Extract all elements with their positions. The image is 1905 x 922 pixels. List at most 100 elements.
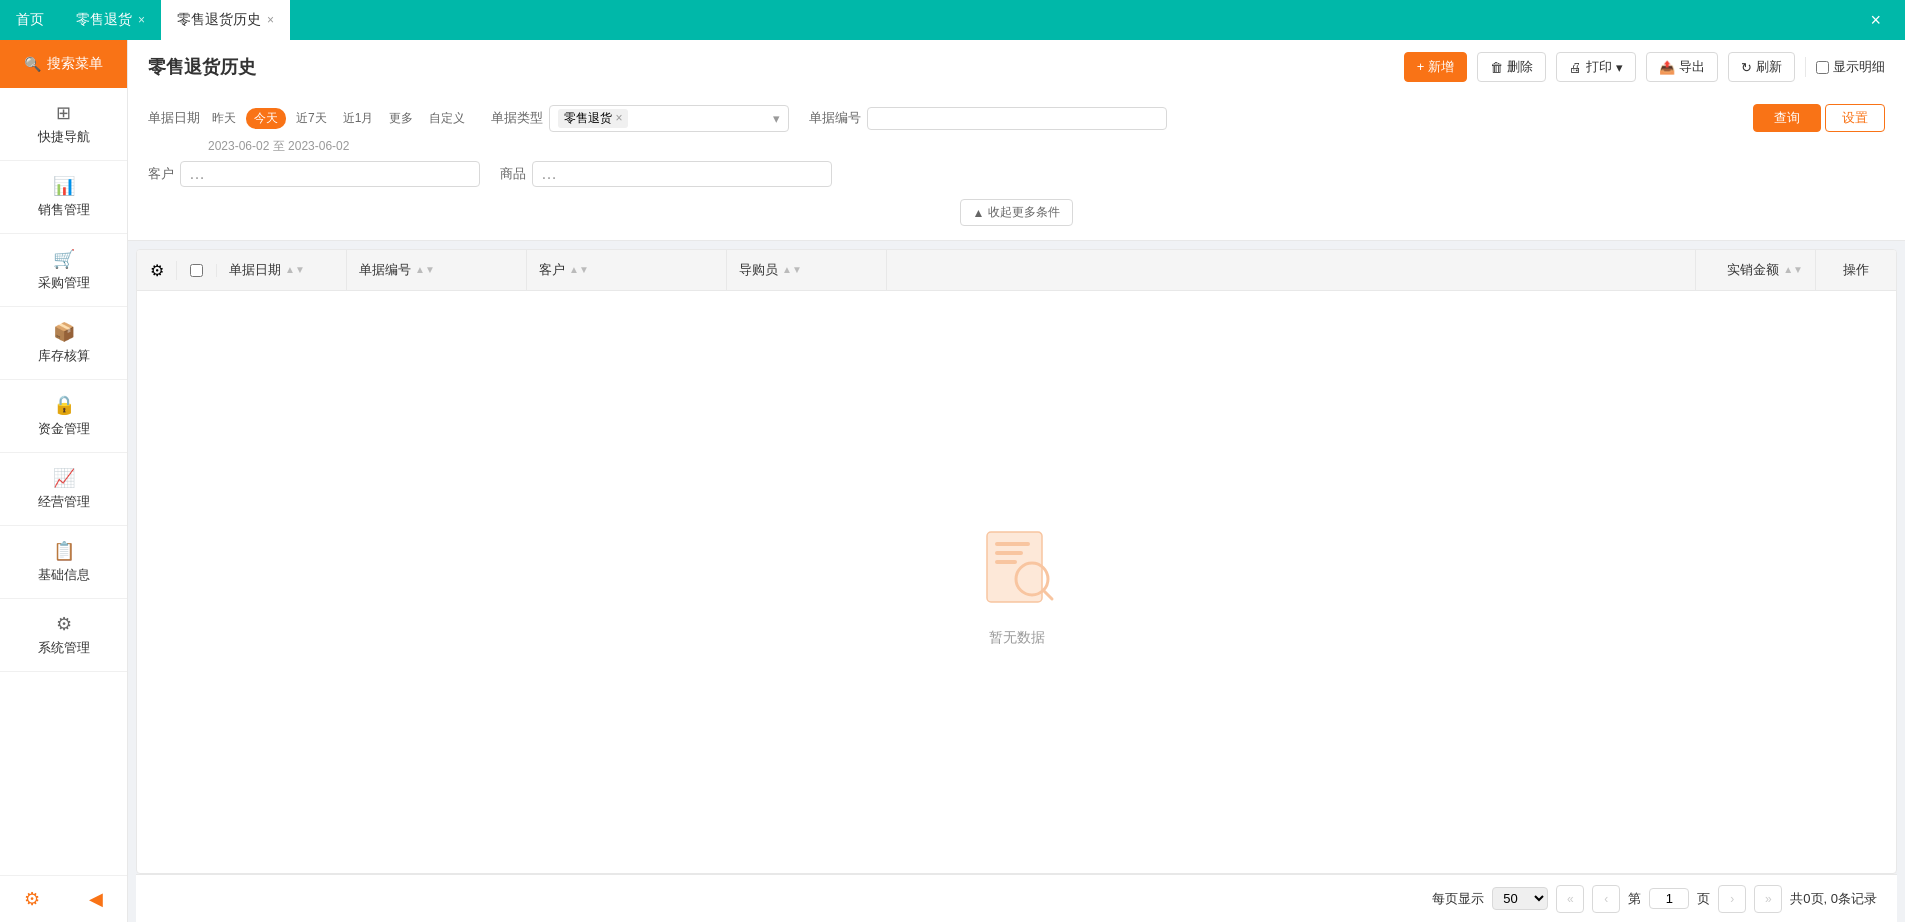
quick-nav-icon: ⊞ [56, 102, 71, 124]
sidebar-item-sales-mgmt[interactable]: 📊 销售管理 [0, 161, 127, 234]
refresh-icon: ↻ [1741, 60, 1752, 75]
per-page-select[interactable]: 50 20 100 [1492, 887, 1548, 910]
th-customer-sort-icon: ▲▼ [569, 265, 589, 275]
filter-area: 单据日期 昨天 今天 近7天 近1月 更多 自定义 单据类型 [148, 94, 1885, 240]
date-opt-1month[interactable]: 近1月 [337, 108, 380, 129]
page-number-input[interactable] [1649, 888, 1689, 909]
print-button[interactable]: 🖨 打印 ▾ [1556, 52, 1636, 82]
last-page-button[interactable]: » [1754, 885, 1782, 913]
system-icon: ⚙ [56, 613, 72, 635]
sidebar-item-system[interactable]: ⚙ 系统管理 [0, 599, 127, 672]
date-opt-7days[interactable]: 近7天 [290, 108, 333, 129]
first-page-button[interactable]: « [1556, 885, 1584, 913]
table-area: ⚙ 单据日期 ▲▼ 单据编号 ▲▼ 客户 ▲▼ 导购员 [136, 249, 1897, 874]
th-num-sort-icon: ▲▼ [415, 265, 435, 275]
doc-type-tag-text: 零售退货 [564, 110, 612, 127]
customer-label: 客户 [148, 165, 174, 183]
table-select-all-checkbox[interactable] [190, 264, 203, 277]
top-bar: 首页 零售退货 × 零售退货历史 × × [0, 0, 1905, 40]
doc-type-select[interactable]: 零售退货 × ▾ [549, 105, 789, 132]
doc-type-tag-close[interactable]: × [615, 111, 622, 125]
svg-line-5 [1043, 590, 1052, 599]
th-amount[interactable]: 实销金额 ▲▼ [1696, 250, 1816, 290]
table-checkbox-col [177, 264, 217, 277]
show-detail-checkbox[interactable] [1816, 61, 1829, 74]
th-customer[interactable]: 客户 ▲▼ [527, 250, 727, 290]
date-opt-more[interactable]: 更多 [383, 108, 419, 129]
sidebar-item-purchase-mgmt-label: 采购管理 [38, 274, 90, 292]
svg-rect-1 [995, 542, 1030, 546]
sidebar-item-system-label: 系统管理 [38, 639, 90, 657]
doc-num-input[interactable] [867, 107, 1167, 130]
date-opt-yesterday[interactable]: 昨天 [206, 108, 242, 129]
th-date-label: 单据日期 [229, 261, 281, 279]
add-button[interactable]: + 新增 [1404, 52, 1467, 82]
th-action: 操作 [1816, 250, 1896, 290]
empty-state-icon [967, 517, 1067, 617]
th-amount-label: 实销金额 [1727, 261, 1779, 279]
svg-rect-2 [995, 551, 1023, 555]
sidebar-search[interactable]: 🔍 搜索菜单 [0, 40, 127, 88]
sidebar: 🔍 搜索菜单 ⊞ 快捷导航 📊 销售管理 🛒 采购管理 📦 库存核算 🔒 资金管… [0, 40, 128, 922]
table-settings-col[interactable]: ⚙ [137, 261, 177, 280]
collapse-label: 收起更多条件 [988, 204, 1060, 221]
settings-gear-icon[interactable]: ⚙ [24, 888, 40, 910]
customer-select[interactable]: … [180, 161, 480, 187]
tab-retail-return[interactable]: 零售退货 × [60, 0, 161, 40]
sidebar-item-finance[interactable]: 🔒 资金管理 [0, 380, 127, 453]
table-header: ⚙ 单据日期 ▲▼ 单据编号 ▲▼ 客户 ▲▼ 导购员 [137, 250, 1896, 291]
show-detail-checkbox-label[interactable]: 显示明细 [1816, 58, 1885, 76]
sidebar-item-sales-mgmt-label: 销售管理 [38, 201, 90, 219]
action-buttons: 查询 设置 [1753, 104, 1885, 132]
tab-home[interactable]: 首页 [0, 0, 60, 40]
next-page-button[interactable]: › [1718, 885, 1746, 913]
sidebar-item-inventory[interactable]: 📦 库存核算 [0, 307, 127, 380]
th-amount-sort-icon: ▲▼ [1783, 265, 1803, 275]
date-opt-custom[interactable]: 自定义 [423, 108, 471, 129]
tab-retail-return-history[interactable]: 零售退货历史 × [161, 0, 290, 40]
export-icon: 📤 [1659, 60, 1675, 75]
th-date-sort-icon: ▲▼ [285, 265, 305, 275]
doc-type-tag: 零售退货 × [558, 109, 628, 128]
toolbar: + 新增 🗑 删除 🖨 打印 ▾ 📤 导出 ↻ [1404, 52, 1885, 82]
window-close-button[interactable]: × [1862, 6, 1889, 35]
th-date[interactable]: 单据日期 ▲▼ [217, 250, 347, 290]
collapse-button[interactable]: ▲ 收起更多条件 [960, 199, 1074, 226]
per-page-label: 每页显示 [1432, 890, 1484, 908]
doc-type-dropdown-icon: ▾ [773, 111, 780, 126]
tab-retail-return-label: 零售退货 [76, 11, 132, 29]
date-range-text: 2023-06-02 至 2023-06-02 [208, 139, 349, 153]
query-button[interactable]: 查询 [1753, 104, 1821, 132]
tab-retail-return-history-label: 零售退货历史 [177, 11, 261, 29]
refresh-button[interactable]: ↻ 刷新 [1728, 52, 1795, 82]
table-settings-icon[interactable]: ⚙ [150, 261, 164, 280]
prev-page-button[interactable]: ‹ [1592, 885, 1620, 913]
goods-dots: … [541, 165, 557, 183]
empty-state: 暂无数据 [137, 291, 1896, 873]
tab-retail-return-close[interactable]: × [138, 13, 145, 27]
th-guide[interactable]: 导购员 ▲▼ [727, 250, 887, 290]
sidebar-item-operations[interactable]: 📈 经营管理 [0, 453, 127, 526]
pagination: 每页显示 50 20 100 « ‹ 第 页 › » 共0页, 0条记录 [136, 874, 1897, 922]
date-opt-today[interactable]: 今天 [246, 108, 286, 129]
export-button[interactable]: 📤 导出 [1646, 52, 1718, 82]
date-options: 昨天 今天 近7天 近1月 更多 自定义 [206, 108, 471, 129]
sidebar-item-purchase-mgmt[interactable]: 🛒 采购管理 [0, 234, 127, 307]
search-icon: 🔍 [24, 56, 41, 72]
tab-bar: 首页 零售退货 × 零售退货历史 × [0, 0, 1862, 40]
sidebar-item-quick-nav[interactable]: ⊞ 快捷导航 [0, 88, 127, 161]
collapse-icon: ▲ [973, 206, 985, 220]
print-label: 打印 [1586, 58, 1612, 76]
goods-select[interactable]: … [532, 161, 832, 187]
delete-label: 删除 [1507, 58, 1533, 76]
tab-retail-return-history-close[interactable]: × [267, 13, 274, 27]
settings-button[interactable]: 设置 [1825, 104, 1885, 132]
delete-button[interactable]: 🗑 删除 [1477, 52, 1546, 82]
th-num-label: 单据编号 [359, 261, 411, 279]
th-num[interactable]: 单据编号 ▲▼ [347, 250, 527, 290]
sidebar-bottom: ⚙ ◀ [0, 875, 127, 922]
collapse-sidebar-icon[interactable]: ◀ [89, 888, 103, 910]
th-guide-sort-icon: ▲▼ [782, 265, 802, 275]
doc-type-label: 单据类型 [491, 109, 543, 127]
sidebar-item-base-info[interactable]: 📋 基础信息 [0, 526, 127, 599]
